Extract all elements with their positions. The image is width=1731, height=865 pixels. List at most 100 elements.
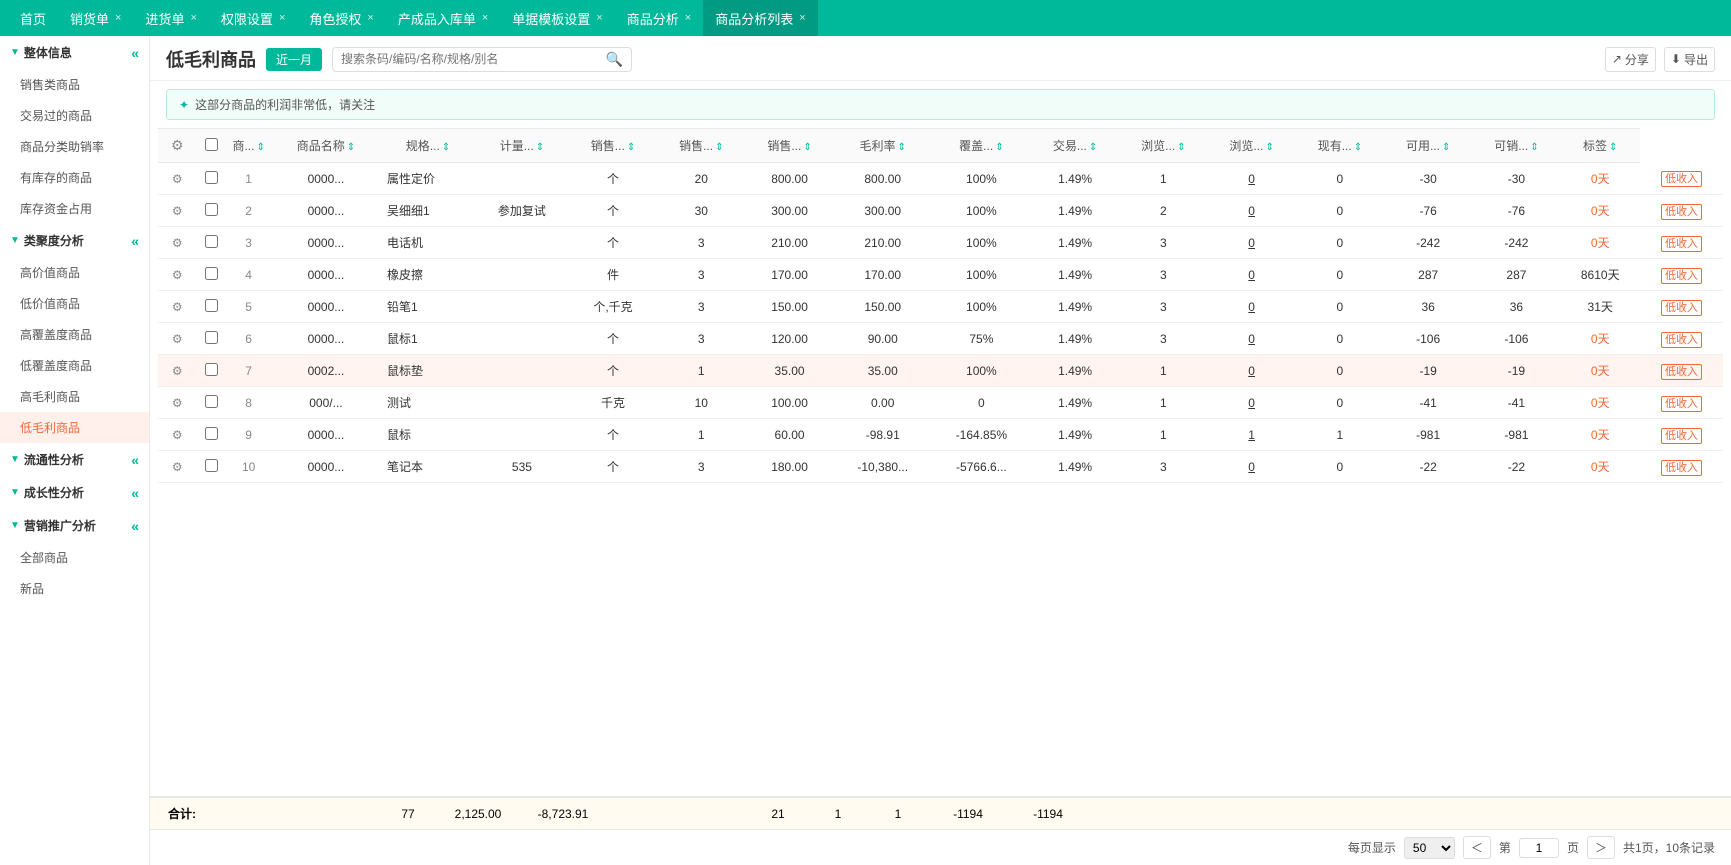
search-icon[interactable]: 🔍 xyxy=(606,51,623,68)
sort-icon[interactable]: ⇕ xyxy=(442,142,450,153)
sidebar-item-低毛利商品[interactable]: 低毛利商品 xyxy=(0,412,149,443)
sidebar-item-交易过的商品[interactable]: 交易过的商品 xyxy=(0,100,149,131)
sidebar-group-流通性分析[interactable]: ▼流通性分析« xyxy=(0,443,149,476)
row-settings[interactable]: ⚙ xyxy=(158,355,196,387)
sort-icon[interactable]: ⇕ xyxy=(1442,142,1450,153)
sidebar-item-新品[interactable]: 新品 xyxy=(0,573,149,604)
row-settings[interactable]: ⚙ xyxy=(158,163,196,195)
share-button[interactable]: ↗ 分享 xyxy=(1605,47,1656,72)
filter-button[interactable]: 近一月 xyxy=(266,48,322,71)
row-checkbox[interactable] xyxy=(196,451,226,483)
export-button[interactable]: ⬇ 导出 xyxy=(1664,47,1715,72)
sidebar-group-类聚度分析[interactable]: ▼类聚度分析« xyxy=(0,224,149,257)
sidebar-item-低价值商品[interactable]: 低价值商品 xyxy=(0,288,149,319)
search-input[interactable] xyxy=(341,52,606,66)
nav-item-产成品入库单[interactable]: 产成品入库单× xyxy=(386,0,500,36)
sort-icon[interactable]: ⇕ xyxy=(898,142,906,153)
prev-page-button[interactable]: ＜ xyxy=(1463,836,1491,859)
table-container[interactable]: ⚙商...⇕商品名称⇕规格...⇕计量...⇕销售...⇕销售...⇕销售...… xyxy=(150,128,1731,796)
row-settings[interactable]: ⚙ xyxy=(158,259,196,291)
close-icon[interactable]: × xyxy=(190,12,196,24)
close-icon[interactable]: × xyxy=(596,12,602,24)
row-settings[interactable]: ⚙ xyxy=(158,451,196,483)
col-header-checkbox[interactable] xyxy=(196,129,226,163)
sort-icon[interactable]: ⇕ xyxy=(995,142,1003,153)
sidebar-item-库存资金占用[interactable]: 库存资金占用 xyxy=(0,193,149,224)
nav-item-单据模板设置[interactable]: 单据模板设置× xyxy=(500,0,614,36)
collapse-icon[interactable]: « xyxy=(131,45,139,61)
row-views1[interactable]: 0 xyxy=(1208,195,1296,227)
close-icon[interactable]: × xyxy=(367,12,373,24)
nav-item-商品分析列表[interactable]: 商品分析列表× xyxy=(703,0,817,36)
row-views1[interactable]: 0 xyxy=(1208,451,1296,483)
row-settings[interactable]: ⚙ xyxy=(158,419,196,451)
collapse-icon[interactable]: « xyxy=(131,485,139,501)
sort-icon[interactable]: ⇕ xyxy=(256,142,264,153)
sort-icon[interactable]: ⇕ xyxy=(347,142,355,153)
sort-icon[interactable]: ⇕ xyxy=(627,142,635,153)
settings-icon[interactable]: ⚙ xyxy=(171,137,184,153)
row-checkbox[interactable] xyxy=(196,323,226,355)
sort-icon[interactable]: ⇕ xyxy=(1530,142,1538,153)
row-checkbox[interactable] xyxy=(196,355,226,387)
nav-item-首页[interactable]: 首页 xyxy=(8,0,58,36)
row-settings[interactable]: ⚙ xyxy=(158,291,196,323)
collapse-icon[interactable]: « xyxy=(131,452,139,468)
nav-item-权限设置[interactable]: 权限设置× xyxy=(209,0,297,36)
close-icon[interactable]: × xyxy=(279,12,285,24)
row-checkbox[interactable] xyxy=(196,387,226,419)
collapse-icon[interactable]: « xyxy=(131,233,139,249)
sort-icon[interactable]: ⇕ xyxy=(1089,142,1097,153)
row-views1[interactable]: 0 xyxy=(1208,323,1296,355)
sidebar-item-高毛利商品[interactable]: 高毛利商品 xyxy=(0,381,149,412)
nav-item-商品分析[interactable]: 商品分析× xyxy=(615,0,703,36)
sidebar-group-整体信息[interactable]: ▼整体信息« xyxy=(0,36,149,69)
sort-icon[interactable]: ⇕ xyxy=(1609,142,1617,153)
row-checkbox[interactable] xyxy=(196,227,226,259)
nav-item-销货单[interactable]: 销货单× xyxy=(58,0,133,36)
row-settings[interactable]: ⚙ xyxy=(158,195,196,227)
close-icon[interactable]: × xyxy=(115,12,121,24)
close-icon[interactable]: × xyxy=(799,12,805,24)
row-views1[interactable]: 0 xyxy=(1208,291,1296,323)
sidebar-item-高价值商品[interactable]: 高价值商品 xyxy=(0,257,149,288)
row-checkbox[interactable] xyxy=(196,163,226,195)
row-views1[interactable]: 0 xyxy=(1208,163,1296,195)
sidebar-item-全部商品[interactable]: 全部商品 xyxy=(0,542,149,573)
sort-icon[interactable]: ⇕ xyxy=(536,142,544,153)
nav-item-角色授权[interactable]: 角色授权× xyxy=(297,0,385,36)
select-all-checkbox[interactable] xyxy=(205,138,218,151)
row-checkbox[interactable] xyxy=(196,259,226,291)
row-checkbox[interactable] xyxy=(196,195,226,227)
col-header-settings[interactable]: ⚙ xyxy=(158,129,196,163)
row-checkbox[interactable] xyxy=(196,291,226,323)
sidebar-item-商品分类助销率[interactable]: 商品分类助销率 xyxy=(0,131,149,162)
row-settings[interactable]: ⚙ xyxy=(158,227,196,259)
row-views1[interactable]: 0 xyxy=(1208,355,1296,387)
sort-icon[interactable]: ⇕ xyxy=(1177,142,1185,153)
close-icon[interactable]: × xyxy=(482,12,488,24)
close-icon[interactable]: × xyxy=(685,12,691,24)
row-views1[interactable]: 0 xyxy=(1208,259,1296,291)
sidebar-item-低覆盖度商品[interactable]: 低覆盖度商品 xyxy=(0,350,149,381)
sort-icon[interactable]: ⇕ xyxy=(715,142,723,153)
sort-icon[interactable]: ⇕ xyxy=(803,142,811,153)
per-page-select[interactable]: 50 100 xyxy=(1404,837,1455,859)
sort-icon[interactable]: ⇕ xyxy=(1354,142,1362,153)
row-views1[interactable]: 0 xyxy=(1208,387,1296,419)
sidebar-group-营销推广分析[interactable]: ▼营销推广分析« xyxy=(0,509,149,542)
sidebar-item-高覆盖度商品[interactable]: 高覆盖度商品 xyxy=(0,319,149,350)
nav-item-进货单[interactable]: 进货单× xyxy=(133,0,208,36)
page-number-input[interactable] xyxy=(1519,838,1559,858)
sidebar-group-成长性分析[interactable]: ▼成长性分析« xyxy=(0,476,149,509)
next-page-button[interactable]: ＞ xyxy=(1587,836,1615,859)
row-views1[interactable]: 0 xyxy=(1208,227,1296,259)
row-views1[interactable]: 1 xyxy=(1208,419,1296,451)
row-settings[interactable]: ⚙ xyxy=(158,387,196,419)
collapse-icon[interactable]: « xyxy=(131,518,139,534)
row-settings[interactable]: ⚙ xyxy=(158,323,196,355)
sidebar-item-有库存的商品[interactable]: 有库存的商品 xyxy=(0,162,149,193)
sidebar-item-销售类商品[interactable]: 销售类商品 xyxy=(0,69,149,100)
row-checkbox[interactable] xyxy=(196,419,226,451)
sort-icon[interactable]: ⇕ xyxy=(1265,142,1273,153)
